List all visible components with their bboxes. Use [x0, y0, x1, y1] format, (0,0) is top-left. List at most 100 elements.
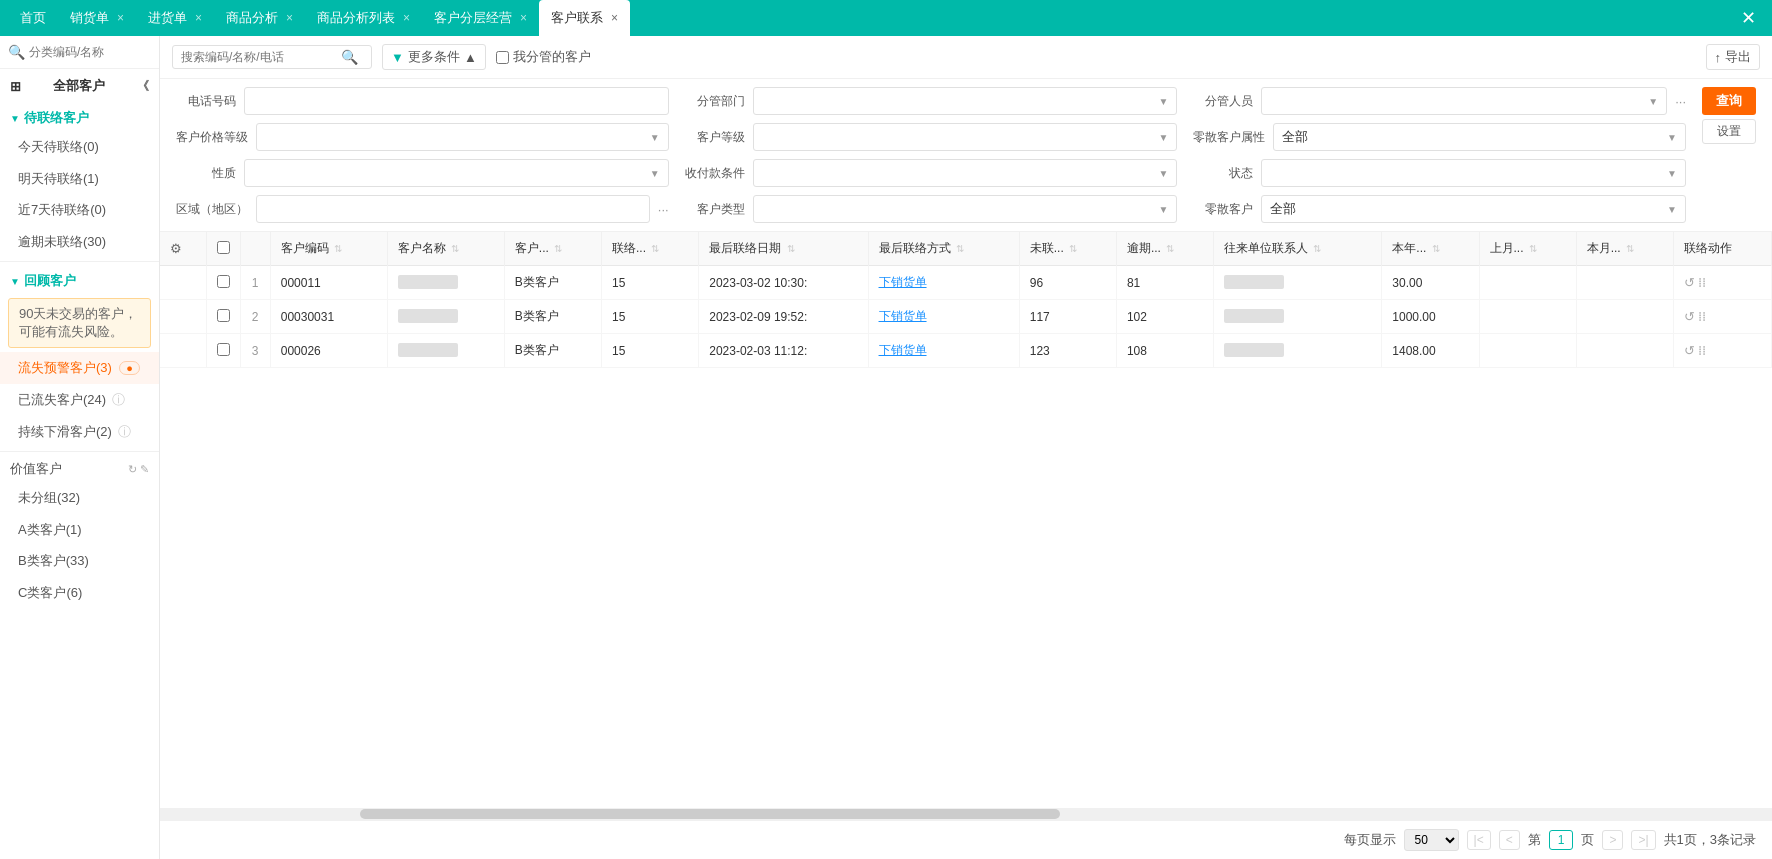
cell-checkbox-2[interactable] — [206, 334, 240, 368]
sidebar-item-churn-warning[interactable]: 流失预警客户(3) ● — [0, 352, 159, 384]
sidebar-item-ungroup[interactable]: 未分组(32) — [0, 482, 159, 514]
nav-purchase[interactable]: 进货单 × — [136, 0, 214, 36]
horizontal-scrollbar[interactable] — [160, 808, 1772, 820]
sidebar-item-7days[interactable]: 近7天待联络(0) — [0, 194, 159, 226]
close-purchase-icon[interactable]: × — [195, 0, 202, 36]
filter-manager-select[interactable]: ▼ — [1261, 87, 1667, 115]
page-size-select[interactable]: 50 100 — [1404, 829, 1459, 851]
filter-price-level-select[interactable]: ▼ — [256, 123, 669, 151]
nav-home[interactable]: 首页 — [8, 0, 58, 36]
retail-attr-arrow-icon: ▼ — [1667, 132, 1677, 143]
filter-status-select[interactable]: ▼ — [1261, 159, 1686, 187]
gear-icon[interactable]: ⚙ — [170, 241, 182, 256]
filter-phone-input[interactable] — [244, 87, 669, 115]
th-name[interactable]: 客户名称 ⇅ — [387, 232, 504, 266]
first-page-button[interactable]: |< — [1467, 830, 1491, 850]
row-checkbox-0[interactable] — [217, 275, 230, 288]
filter-region-select[interactable] — [256, 195, 650, 223]
th-last-month[interactable]: 上月... ⇅ — [1479, 232, 1576, 266]
row-checkbox-2[interactable] — [217, 343, 230, 356]
filter-customer-level-select[interactable]: ▼ — [753, 123, 1178, 151]
sidebar-item-class-b[interactable]: B类客户(33) — [0, 545, 159, 577]
nav-customer-tier[interactable]: 客户分层经营 × — [422, 0, 539, 36]
nav-customer-contact[interactable]: 客户联系 × — [539, 0, 630, 36]
my-customers-checkbox[interactable] — [496, 51, 509, 64]
nav-product-list[interactable]: 商品分析列表 × — [305, 0, 422, 36]
nav-sales[interactable]: 销货单 × — [58, 0, 136, 36]
sidebar-search-input[interactable] — [29, 45, 160, 59]
sidebar-search: 🔍 — [0, 36, 159, 69]
cell-last-method-0[interactable]: 下销货单 — [868, 266, 1019, 300]
th-code[interactable]: 客户编码 ⇅ — [270, 232, 387, 266]
th-this-year[interactable]: 本年... ⇅ — [1382, 232, 1479, 266]
search-input-wrap[interactable]: 🔍 — [172, 45, 372, 69]
sort-date-icon: ⇅ — [787, 243, 795, 254]
cell-checkbox-1[interactable] — [206, 300, 240, 334]
search-input[interactable] — [181, 50, 341, 64]
filter-retail-attr-select[interactable]: 全部 ▼ — [1273, 123, 1686, 151]
nav-product-analysis[interactable]: 商品分析 × — [214, 0, 305, 36]
action-icons-2[interactable]: ↺ ⁞⁞ — [1684, 343, 1707, 358]
cell-unit-contact-1 — [1214, 300, 1382, 334]
sidebar-item-class-c[interactable]: C类客户(6) — [0, 577, 159, 609]
filter-row-4: 区域（地区） ··· 客户类型 ▼ — [176, 195, 1686, 223]
th-gear[interactable]: ⚙ — [160, 232, 206, 266]
filter-payment-select[interactable]: ▼ — [753, 159, 1178, 187]
th-overdue[interactable]: 逾期... ⇅ — [1116, 232, 1213, 266]
filter-more-button[interactable]: ▼ 更多条件 ▲ — [382, 44, 486, 70]
region-dots-icon[interactable]: ··· — [658, 202, 669, 217]
filter-ctype-select[interactable]: ▼ — [753, 195, 1178, 223]
cell-last-method-2[interactable]: 下销货单 — [868, 334, 1019, 368]
sidebar-section-pending[interactable]: ▼ 待联络客户 — [0, 103, 159, 131]
last-page-button[interactable]: >| — [1631, 830, 1655, 850]
close-customer-contact-icon[interactable]: × — [611, 0, 618, 36]
select-all-checkbox[interactable] — [217, 241, 230, 254]
filter-nature-select[interactable]: ▼ — [244, 159, 669, 187]
th-unit-contact[interactable]: 往来单位联系人 ⇅ — [1214, 232, 1382, 266]
action-icons-1[interactable]: ↺ ⁞⁞ — [1684, 309, 1707, 324]
sidebar-search-icon: 🔍 — [8, 44, 25, 60]
filter-retail-select[interactable]: 全部 ▼ — [1261, 195, 1686, 223]
close-product-list-icon[interactable]: × — [403, 0, 410, 36]
close-sales-icon[interactable]: × — [117, 0, 124, 36]
th-this-month[interactable]: 本月... ⇅ — [1576, 232, 1673, 266]
cell-last-method-1[interactable]: 下销货单 — [868, 300, 1019, 334]
th-last-date[interactable]: 最后联络日期 ⇅ — [699, 232, 868, 266]
page-number[interactable]: 1 — [1549, 830, 1574, 850]
th-type[interactable]: 客户... ⇅ — [504, 232, 601, 266]
close-customer-tier-icon[interactable]: × — [520, 0, 527, 36]
close-product-analysis-icon[interactable]: × — [286, 0, 293, 36]
sidebar-section-churn[interactable]: ▼ 回顾客户 — [0, 266, 159, 294]
sidebar-item-overdue[interactable]: 逾期未联络(30) — [0, 226, 159, 258]
my-customers-filter[interactable]: 我分管的客户 — [496, 48, 591, 66]
filter-region-label: 区域（地区） — [176, 201, 248, 218]
export-button[interactable]: ↑ 导出 — [1706, 44, 1761, 70]
manager-dots-icon[interactable]: ··· — [1675, 94, 1686, 109]
action-icons-0[interactable]: ↺ ⁞⁞ — [1684, 275, 1707, 290]
th-uncontacted[interactable]: 未联... ⇅ — [1019, 232, 1116, 266]
query-button[interactable]: 查询 — [1702, 87, 1756, 115]
payment-arrow-icon: ▼ — [1158, 168, 1168, 179]
sidebar-item-class-a[interactable]: A类客户(1) — [0, 514, 159, 546]
filter-dept-select[interactable]: ▼ — [753, 87, 1178, 115]
th-last-method[interactable]: 最后联络方式 ⇅ — [868, 232, 1019, 266]
retail-arrow-icon: ▼ — [1667, 204, 1677, 215]
sidebar-item-tomorrow[interactable]: 明天待联络(1) — [0, 163, 159, 195]
sidebar-all-customers[interactable]: ⊞ 全部客户 《 — [0, 69, 159, 103]
sidebar-item-declining[interactable]: 持续下滑客户(2) ⓘ — [0, 416, 159, 448]
scrollbar-thumb[interactable] — [360, 809, 1060, 819]
sidebar-item-churned[interactable]: 已流失客户(24) ⓘ — [0, 384, 159, 416]
th-action: 联络动作 — [1673, 232, 1771, 266]
filter-phone-label: 电话号码 — [176, 93, 236, 110]
th-contact[interactable]: 联络... ⇅ — [602, 232, 699, 266]
sidebar-section-valued[interactable]: 价值客户 ↻ ✎ — [0, 456, 159, 482]
prev-page-button[interactable]: < — [1499, 830, 1520, 850]
row-checkbox-1[interactable] — [217, 309, 230, 322]
settings-button[interactable]: 设置 — [1702, 119, 1756, 144]
sidebar-collapse-icon[interactable]: 《 — [137, 78, 149, 95]
close-all-icon[interactable]: ✕ — [1733, 7, 1764, 29]
sidebar-item-today[interactable]: 今天待联络(0) — [0, 131, 159, 163]
search-submit-icon[interactable]: 🔍 — [341, 49, 358, 65]
next-page-button[interactable]: > — [1602, 830, 1623, 850]
cell-checkbox-0[interactable] — [206, 266, 240, 300]
